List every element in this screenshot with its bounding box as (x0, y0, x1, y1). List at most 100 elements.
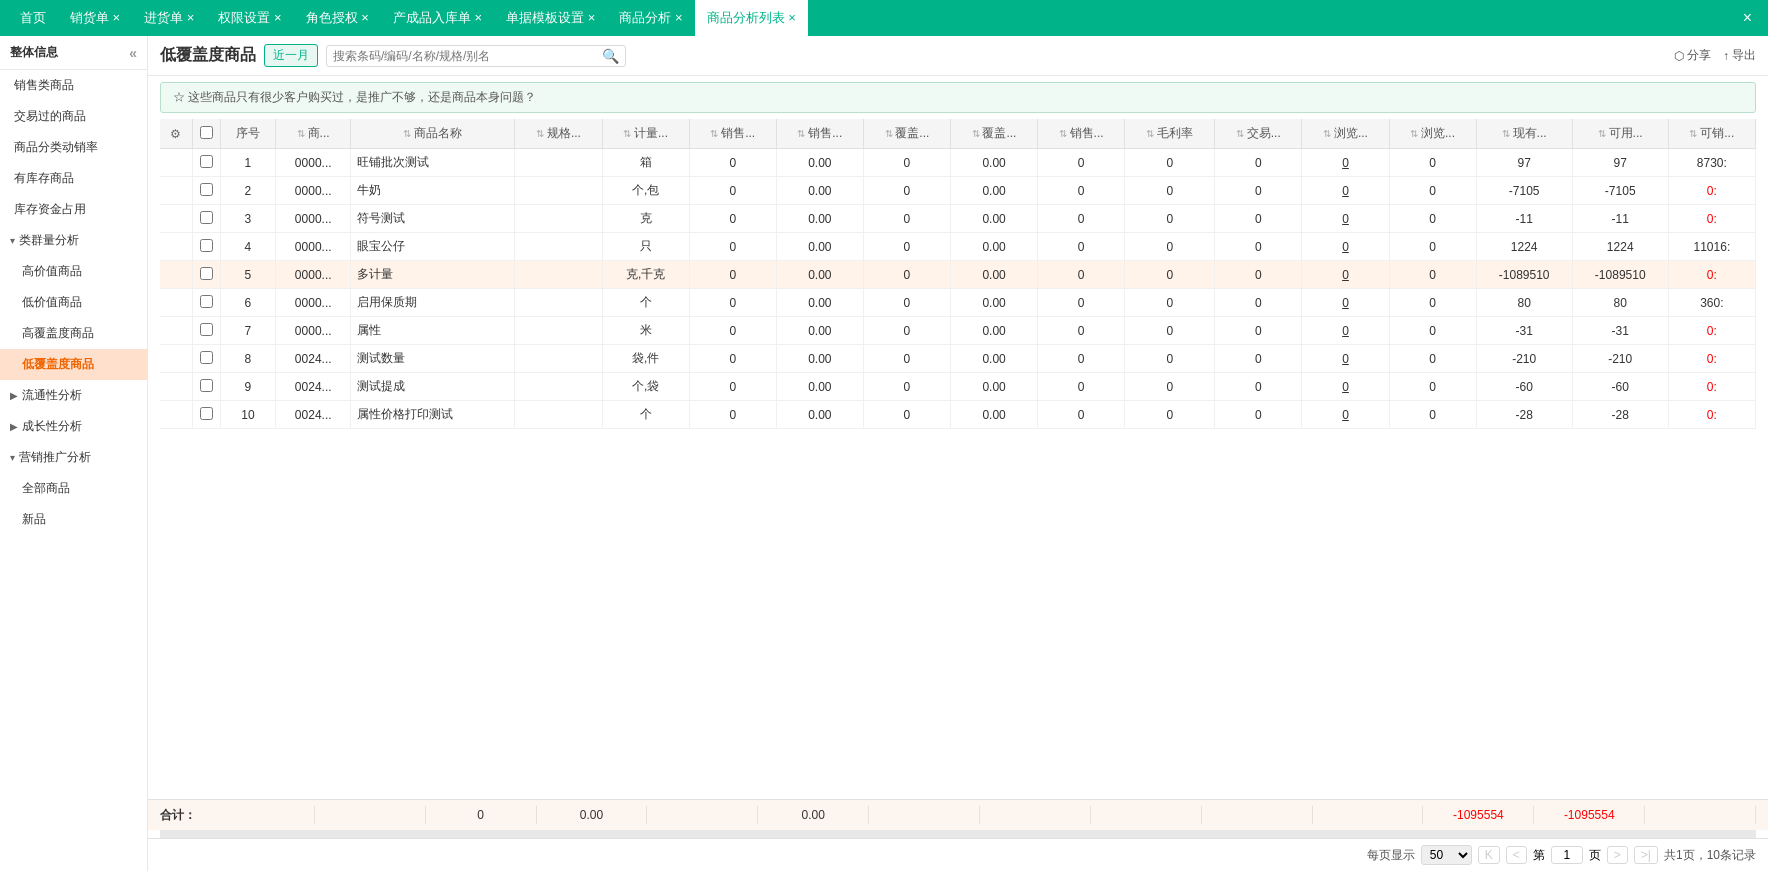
col-sales-count[interactable]: 销售... (1038, 119, 1125, 149)
cell-browse1[interactable]: 0 (1302, 289, 1389, 317)
nav-goods-analysis[interactable]: 商品分析 × (607, 0, 694, 36)
col-current[interactable]: 现有... (1476, 119, 1572, 149)
row-checkbox[interactable] (200, 407, 213, 420)
next-page-button[interactable]: > (1607, 846, 1628, 864)
data-table-wrapper[interactable]: ⚙ 序号 商... 商品名称 规格... 计量... 销售... 销售... 覆… (160, 119, 1756, 799)
cell-browse1[interactable]: 0 (1302, 261, 1389, 289)
cell-checkbox[interactable] (192, 177, 220, 205)
nav-role[interactable]: 角色授权 × (294, 0, 381, 36)
sidebar-item-all-goods[interactable]: 全部商品 (0, 473, 147, 504)
sidebar-item-high-value[interactable]: 高价值商品 (0, 256, 147, 287)
cell-checkbox[interactable] (192, 261, 220, 289)
cell-sales-qty: 0 (689, 345, 776, 373)
cell-checkbox[interactable] (192, 205, 220, 233)
col-sales-amt[interactable]: 销售... (776, 119, 863, 149)
sidebar-collapse-button[interactable]: « (129, 45, 137, 61)
nav-template[interactable]: 单据模板设置 × (494, 0, 607, 36)
cell-checkbox[interactable] (192, 345, 220, 373)
nav-inventory[interactable]: 产成品入库单 × (381, 0, 494, 36)
cell-sellable: 0: (1668, 373, 1755, 401)
cell-sales-amt: 0.00 (776, 345, 863, 373)
cell-code: 0000... (276, 289, 351, 317)
cell-browse1[interactable]: 0 (1302, 345, 1389, 373)
search-icon[interactable]: 🔍 (602, 48, 619, 64)
sidebar-item-sales-goods[interactable]: 销售类商品 (0, 70, 147, 101)
cell-checkbox[interactable] (192, 401, 220, 429)
nav-purchase[interactable]: 进货单 × (132, 0, 206, 36)
sidebar-item-capital[interactable]: 库存资金占用 (0, 194, 147, 225)
cell-browse1[interactable]: 0 (1302, 317, 1389, 345)
col-cov1[interactable]: 覆盖... (863, 119, 950, 149)
cell-browse1[interactable]: 0 (1302, 373, 1389, 401)
cell-no: 5 (220, 261, 276, 289)
cell-cov1: 0 (863, 177, 950, 205)
col-transaction[interactable]: 交易... (1215, 119, 1302, 149)
row-checkbox[interactable] (200, 351, 213, 364)
sidebar-item-high-coverage[interactable]: 高覆盖度商品 (0, 318, 147, 349)
sidebar-group-flow[interactable]: ▶ 流通性分析 (0, 380, 147, 411)
settings-icon[interactable]: ⚙ (170, 127, 181, 141)
cell-checkbox[interactable] (192, 149, 220, 177)
row-checkbox[interactable] (200, 155, 213, 168)
row-checkbox[interactable] (200, 323, 213, 336)
cell-browse1[interactable]: 0 (1302, 401, 1389, 429)
cell-checkbox[interactable] (192, 317, 220, 345)
cell-checkbox[interactable] (192, 373, 220, 401)
col-sellable[interactable]: 可销... (1668, 119, 1755, 149)
cell-cov1: 0 (863, 345, 950, 373)
sidebar-item-in-stock[interactable]: 有库存商品 (0, 163, 147, 194)
cell-name: 属性价格打印测试 (351, 401, 515, 429)
first-page-button[interactable]: K (1478, 846, 1500, 864)
sidebar-group-growth[interactable]: ▶ 成长性分析 (0, 411, 147, 442)
cell-browse1[interactable]: 0 (1302, 205, 1389, 233)
nav-permission[interactable]: 权限设置 × (206, 0, 293, 36)
filter-period-button[interactable]: 近一月 (264, 44, 318, 67)
cell-checkbox[interactable] (192, 289, 220, 317)
prev-page-button[interactable]: < (1506, 846, 1527, 864)
share-button[interactable]: ⬡ 分享 (1674, 47, 1711, 64)
sidebar-item-low-value[interactable]: 低价值商品 (0, 287, 147, 318)
page-number-input[interactable] (1551, 846, 1583, 864)
col-spec[interactable]: 规格... (515, 119, 602, 149)
footer-current: -1095554 (1423, 806, 1534, 824)
cell-cov2: 0.00 (951, 205, 1038, 233)
col-unit[interactable]: 计量... (602, 119, 689, 149)
sidebar-item-category-rate[interactable]: 商品分类动销率 (0, 132, 147, 163)
sidebar-group-analysis[interactable]: ▾ 类群量分析 (0, 225, 147, 256)
nav-home[interactable]: 首页 (8, 0, 58, 36)
col-browse2[interactable]: 浏览... (1389, 119, 1476, 149)
sidebar-item-low-coverage[interactable]: 低覆盖度商品 (0, 349, 147, 380)
row-checkbox[interactable] (200, 267, 213, 280)
page-size-select[interactable]: 50 100 200 (1421, 845, 1472, 865)
sidebar-group-marketing[interactable]: ▾ 营销推广分析 (0, 442, 147, 473)
nav-sales[interactable]: 销货单 × (58, 0, 132, 36)
cell-browse1[interactable]: 0 (1302, 233, 1389, 261)
col-settings[interactable]: ⚙ (160, 119, 192, 149)
row-checkbox[interactable] (200, 211, 213, 224)
search-input[interactable] (333, 49, 602, 63)
row-checkbox[interactable] (200, 239, 213, 252)
row-checkbox[interactable] (200, 379, 213, 392)
col-code[interactable]: 商... (276, 119, 351, 149)
cell-spec (515, 149, 602, 177)
sidebar-item-traded-goods[interactable]: 交易过的商品 (0, 101, 147, 132)
table-row: 70000...属性米00.0000.0000000-31-310: (160, 317, 1756, 345)
window-close-button[interactable]: × (1735, 9, 1760, 27)
col-cov2[interactable]: 覆盖... (951, 119, 1038, 149)
row-checkbox[interactable] (200, 295, 213, 308)
col-sales-qty[interactable]: 销售... (689, 119, 776, 149)
last-page-button[interactable]: >| (1634, 846, 1658, 864)
horizontal-scrollbar[interactable] (160, 830, 1756, 838)
col-gross-rate[interactable]: 毛利率 (1125, 119, 1215, 149)
cell-browse1[interactable]: 0 (1302, 149, 1389, 177)
cell-browse1[interactable]: 0 (1302, 177, 1389, 205)
col-available[interactable]: 可用... (1572, 119, 1668, 149)
export-button[interactable]: ↑ 导出 (1723, 47, 1756, 64)
col-browse1[interactable]: 浏览... (1302, 119, 1389, 149)
select-all-checkbox[interactable] (200, 126, 213, 139)
nav-goods-analysis-list[interactable]: 商品分析列表 × (695, 0, 808, 36)
cell-checkbox[interactable] (192, 233, 220, 261)
col-name[interactable]: 商品名称 (351, 119, 515, 149)
sidebar-item-new-goods[interactable]: 新品 (0, 504, 147, 535)
row-checkbox[interactable] (200, 183, 213, 196)
